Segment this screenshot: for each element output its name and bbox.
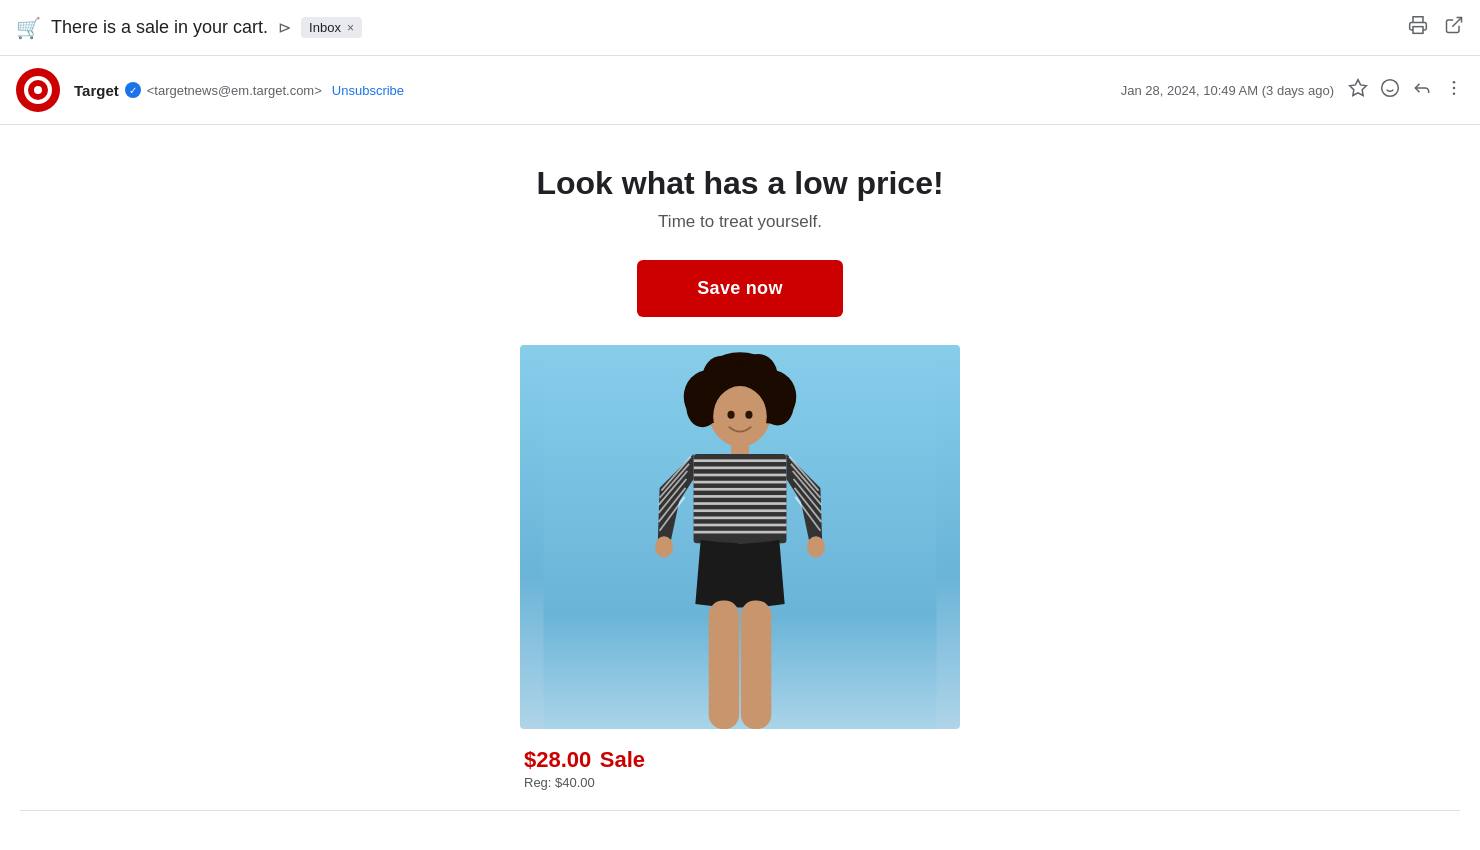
print-icon[interactable] bbox=[1408, 15, 1428, 40]
top-bar: 🛒 There is a sale in your cart. ⊳ Inbox … bbox=[0, 0, 1480, 56]
svg-rect-26 bbox=[694, 481, 787, 484]
price-row: $28.00 Sale bbox=[524, 747, 956, 773]
email-actions bbox=[1348, 78, 1464, 103]
reply-icon[interactable] bbox=[1412, 78, 1432, 103]
emoji-icon[interactable] bbox=[1380, 78, 1400, 103]
target-logo bbox=[16, 68, 60, 112]
sale-label: Sale bbox=[600, 747, 645, 772]
verified-badge: ✓ bbox=[125, 82, 141, 98]
svg-point-6 bbox=[1453, 80, 1456, 83]
svg-rect-23 bbox=[694, 459, 787, 462]
svg-rect-27 bbox=[694, 488, 787, 491]
top-bar-right bbox=[1408, 15, 1464, 40]
svg-rect-31 bbox=[694, 517, 787, 520]
svg-rect-0 bbox=[1413, 27, 1423, 34]
email-headline: Look what has a low price! bbox=[536, 165, 943, 202]
svg-point-20 bbox=[745, 411, 752, 419]
svg-rect-25 bbox=[694, 474, 787, 477]
star-icon[interactable] bbox=[1348, 78, 1368, 103]
email-meta: Jan 28, 2024, 10:49 AM (3 days ago) bbox=[1121, 78, 1464, 103]
price-section: $28.00 Sale Reg: $40.00 bbox=[520, 747, 960, 790]
svg-rect-49 bbox=[741, 600, 771, 729]
svg-rect-48 bbox=[709, 600, 739, 729]
email-date: Jan 28, 2024, 10:49 AM (3 days ago) bbox=[1121, 83, 1334, 98]
svg-rect-28 bbox=[694, 495, 787, 498]
unsubscribe-link[interactable]: Unsubscribe bbox=[332, 83, 404, 98]
svg-line-1 bbox=[1452, 18, 1461, 27]
sender-section: Target ✓ <targetnews@em.target.com> Unsu… bbox=[16, 68, 404, 112]
svg-marker-2 bbox=[1350, 79, 1367, 95]
inbox-close-button[interactable]: × bbox=[347, 21, 354, 35]
svg-rect-33 bbox=[694, 531, 787, 534]
svg-rect-24 bbox=[694, 466, 787, 469]
sender-info-block: Target ✓ <targetnews@em.target.com> Unsu… bbox=[74, 82, 404, 99]
svg-rect-29 bbox=[694, 502, 787, 505]
svg-point-46 bbox=[655, 536, 673, 557]
svg-point-3 bbox=[1382, 79, 1399, 96]
email-body: Look what has a low price! Time to treat… bbox=[0, 125, 1480, 850]
target-logo-dot bbox=[34, 86, 42, 94]
sale-price: $28.00 bbox=[524, 747, 591, 772]
sender-email: <targetnews@em.target.com> bbox=[147, 83, 322, 98]
email-subheadline: Time to treat yourself. bbox=[658, 212, 822, 232]
sender-name: Target bbox=[74, 82, 119, 99]
inbox-badge: Inbox × bbox=[301, 17, 362, 38]
svg-point-19 bbox=[727, 411, 734, 419]
cart-icon: 🛒 bbox=[16, 16, 41, 40]
target-logo-ring bbox=[24, 76, 52, 104]
top-bar-left: 🛒 There is a sale in your cart. ⊳ Inbox … bbox=[16, 16, 362, 40]
svg-point-8 bbox=[1453, 92, 1456, 95]
bottom-divider bbox=[20, 810, 1460, 811]
sender-name-row: Target ✓ <targetnews@em.target.com> Unsu… bbox=[74, 82, 404, 99]
verified-check: ✓ bbox=[129, 85, 137, 96]
svg-point-7 bbox=[1453, 86, 1456, 89]
more-icon[interactable] bbox=[1444, 78, 1464, 103]
product-image[interactable] bbox=[520, 345, 960, 729]
svg-point-47 bbox=[807, 536, 825, 557]
inbox-label: Inbox bbox=[309, 20, 341, 35]
arrow-icon: ⊳ bbox=[278, 18, 291, 37]
email-header: Target ✓ <targetnews@em.target.com> Unsu… bbox=[0, 56, 1480, 125]
svg-rect-30 bbox=[694, 509, 787, 512]
svg-point-18 bbox=[713, 386, 767, 447]
reg-price: Reg: $40.00 bbox=[524, 775, 956, 790]
new-window-icon[interactable] bbox=[1444, 15, 1464, 40]
svg-rect-32 bbox=[694, 524, 787, 527]
save-now-button[interactable]: Save now bbox=[637, 260, 842, 317]
email-subject: There is a sale in your cart. bbox=[51, 17, 268, 38]
